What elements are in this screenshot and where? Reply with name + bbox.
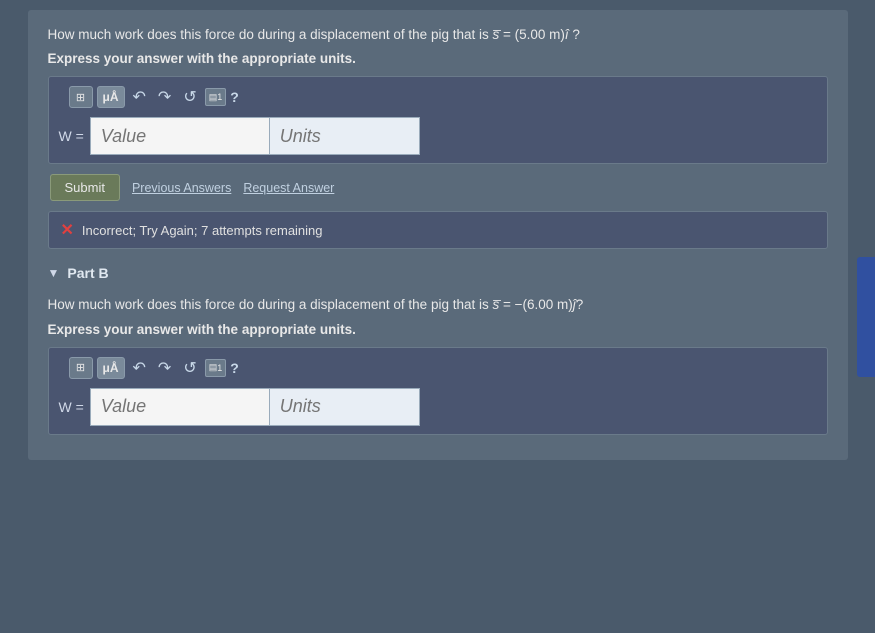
partA-previous-button[interactable]: Previous Answers [132,181,231,195]
help-icon: ? [230,89,239,105]
partA-value-input[interactable] [90,117,270,155]
undo-icon: ↶ [133,87,146,107]
partA-express: Express your answer with the appropriate… [48,51,828,66]
partB-toolbar: ⊞ μÅ ↶ ↷ ↺ ▤ 1 ? [59,356,817,380]
partB-label: Part B [67,265,108,281]
partB-help-button[interactable]: ? [230,360,239,376]
partA-answer-box: ⊞ μÅ ↶ ↷ ↺ ▤ 1 ? W = [48,76,828,164]
error-icon: ✕ [61,220,74,240]
partA-submit-button[interactable]: Submit [50,174,120,201]
partB-undo-button[interactable]: ↶ [129,356,150,380]
partB-redo-icon: ↷ [158,358,171,378]
greek-button[interactable]: μÅ [97,86,125,108]
partB-header: ▼ Part B [48,265,828,281]
partB-redo-button[interactable]: ↷ [154,356,175,380]
partA-question: How much work does this force do during … [48,25,828,45]
partB-greek-button[interactable]: μÅ [97,357,125,379]
partB-value-input[interactable] [90,388,270,426]
partA-error-text: Incorrect; Try Again; 7 attempts remaini… [82,223,323,238]
greek-label: μÅ [103,90,119,104]
partB-help-icon: ? [230,360,239,376]
partB-units-input[interactable] [270,388,420,426]
main-container: How much work does this force do during … [28,10,848,460]
partB-w-label: W = [59,399,84,415]
collapse-icon[interactable]: ▼ [48,266,60,280]
partA-input-row: W = [59,117,817,155]
partB-matrix-button[interactable]: ⊞ [69,357,93,379]
partB-greek-label: μÅ [103,361,119,375]
partB-kbd-icon: ▤ 1 [205,359,227,377]
blue-sidebar [857,257,875,377]
partB-question: How much work does this force do during … [48,295,828,315]
partB-input-row: W = [59,388,817,426]
redo-button[interactable]: ↷ [154,85,175,109]
undo-button[interactable]: ↶ [129,85,150,109]
partA-error-box: ✕ Incorrect; Try Again; 7 attempts remai… [48,211,828,249]
partB-matrix-icon: ⊞ [76,361,85,374]
partA-units-input[interactable] [270,117,420,155]
kbd-icon: ▤ 1 [205,88,227,106]
help-button[interactable]: ? [230,89,239,105]
partB-refresh-button[interactable]: ↺ [179,356,200,380]
partA-action-row: Submit Previous Answers Request Answer [48,174,828,201]
redo-icon: ↷ [158,87,171,107]
refresh-icon: ↺ [183,87,196,107]
partB-refresh-icon: ↺ [183,358,196,378]
partA-toolbar: ⊞ μÅ ↶ ↷ ↺ ▤ 1 ? [59,85,817,109]
partB-answer-box: ⊞ μÅ ↶ ↷ ↺ ▤ 1 ? W = [48,347,828,435]
partB-express: Express your answer with the appropriate… [48,322,828,337]
partA-w-label: W = [59,128,84,144]
matrix-button[interactable]: ⊞ [69,86,93,108]
partA-request-button[interactable]: Request Answer [243,181,334,195]
refresh-button[interactable]: ↺ [179,85,200,109]
matrix-icon: ⊞ [76,91,85,104]
partB-undo-icon: ↶ [133,358,146,378]
